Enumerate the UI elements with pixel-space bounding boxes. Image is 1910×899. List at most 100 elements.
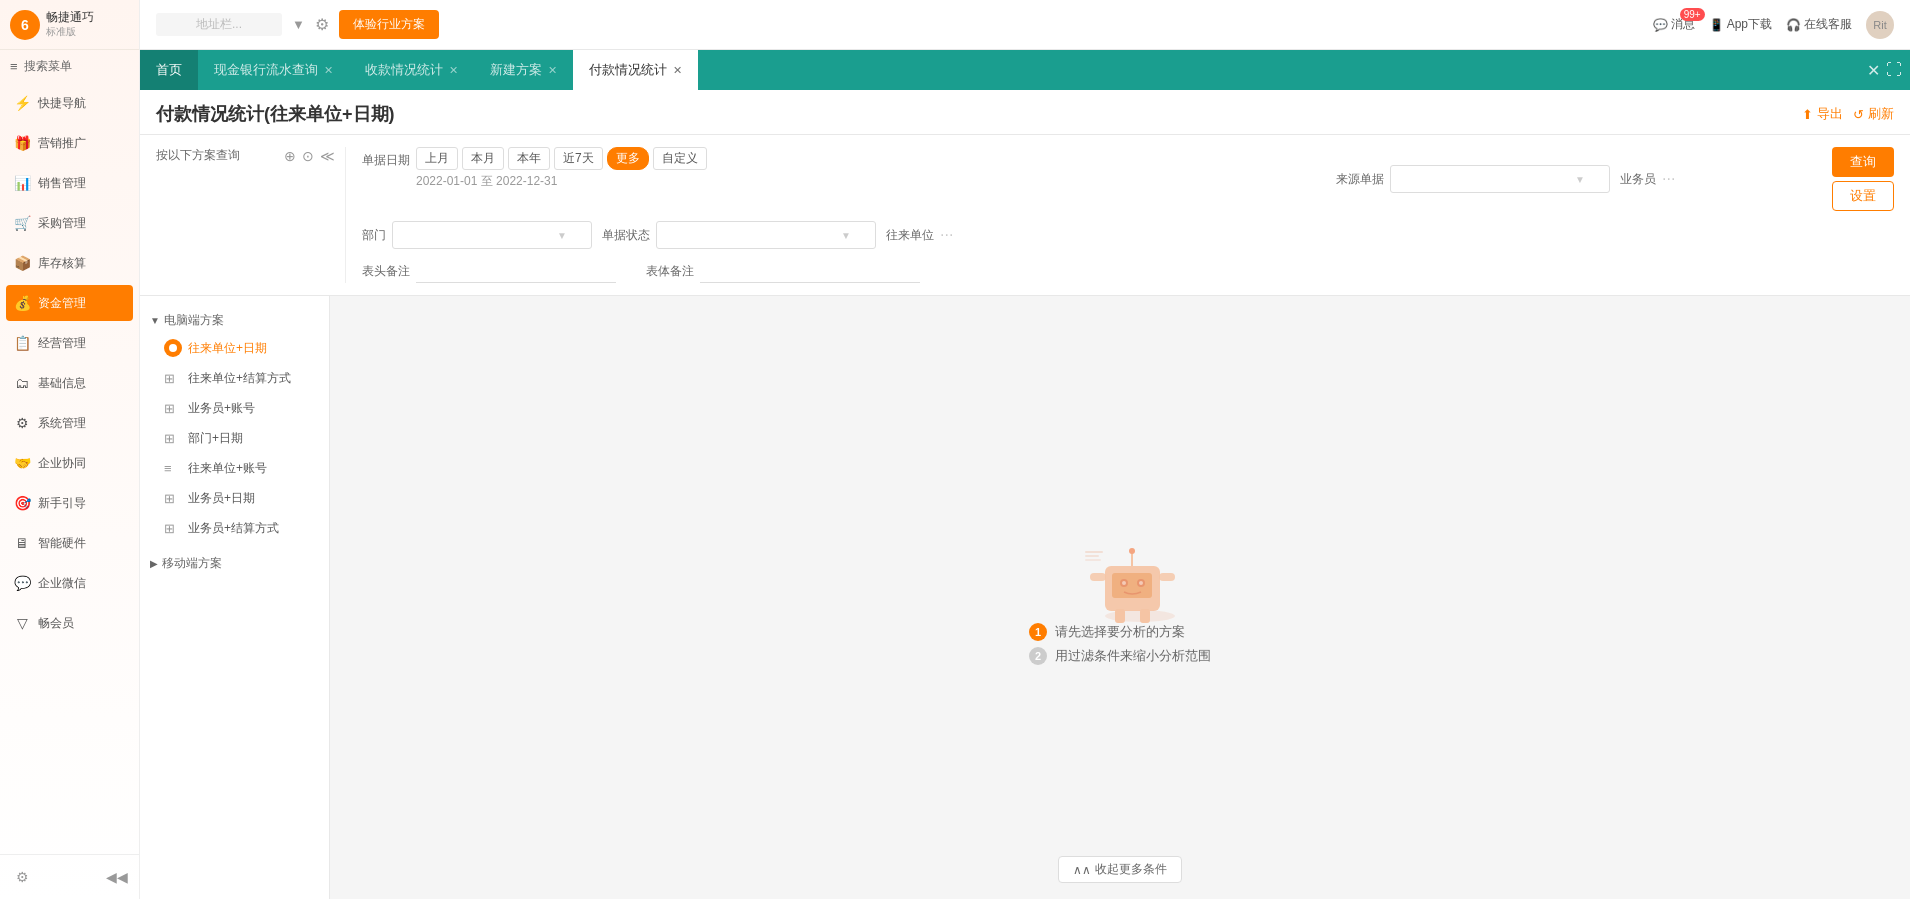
user-avatar[interactable]: Rit (1866, 11, 1894, 39)
tab-maximize-btn[interactable]: ⛶ (1886, 61, 1902, 79)
sidebar-item-marketing[interactable]: 🎁 营销推广 (0, 123, 139, 163)
industry-btn[interactable]: 体验行业方案 (339, 10, 439, 39)
dept-label: 部门 (362, 227, 386, 244)
doc-status-filter: 单据状态 ▼ (602, 221, 876, 249)
sidebar-item-basic-info[interactable]: 🗂 基础信息 (0, 363, 139, 403)
scheme-dept-date-label: 部门+日期 (188, 430, 243, 447)
sidebar-item-inventory[interactable]: 📦 库存核算 (0, 243, 139, 283)
doc-status-select[interactable]: ▼ (656, 221, 876, 249)
query-actions: 查询 设置 (1832, 147, 1894, 211)
scheme-item-salesman-settle[interactable]: ⊞ 业务员+结算方式 (140, 513, 329, 543)
desktop-section: ▼ 电脑端方案 往来单位+日期 ⊞ 往 (140, 304, 329, 547)
page-header: 付款情况统计(往来单位+日期) ⬆ 导出 ↺ 刷新 (140, 90, 1910, 135)
tabbar: 首页 现金银行流水查询 ✕ 收款情况统计 ✕ 新建方案 ✕ 付款情况统计 ✕ ✕… (140, 50, 1910, 90)
header-note-label: 表头备注 (362, 263, 410, 280)
topbar-settings-btn[interactable]: ⚙ (315, 15, 329, 34)
scheme-item-partner-date[interactable]: 往来单位+日期 (140, 333, 329, 363)
query-btn[interactable]: 查询 (1832, 147, 1894, 177)
tip-num-1: 1 (1029, 623, 1047, 641)
dept-dropdown-icon: ▼ (557, 230, 567, 241)
mobile-section: ▶ 移动端方案 (140, 547, 329, 580)
dept-select[interactable]: ▼ (392, 221, 592, 249)
sidebar-bottom: ⚙ ◀◀ (0, 854, 139, 899)
source-label: 来源单据 (1336, 171, 1384, 188)
scheme-grid-icon-2: ⊞ (164, 399, 182, 417)
sidebar-item-system[interactable]: ⚙ 系统管理 (0, 403, 139, 443)
tab-home[interactable]: 首页 (140, 50, 198, 90)
salesman-field-area: ··· (1662, 170, 1822, 188)
messages-btn[interactable]: 💬 消息 99+ (1653, 16, 1695, 33)
date-btn-7days[interactable]: 近7天 (554, 147, 603, 170)
tab-bank-flow-close[interactable]: ✕ (324, 64, 333, 77)
sidebar-item-enterprise[interactable]: 🤝 企业协同 (0, 443, 139, 483)
page-header-actions: ⬆ 导出 ↺ 刷新 (1802, 105, 1894, 123)
sidebar-item-marketing-label: 营销推广 (38, 135, 86, 152)
tab-pay-stats-close[interactable]: ✕ (673, 64, 682, 77)
export-btn[interactable]: ⬆ 导出 (1802, 105, 1843, 123)
sidebar-item-purchase[interactable]: 🛒 采购管理 (0, 203, 139, 243)
collapse-more-btn[interactable]: ∧∧ 收起更多条件 (1058, 856, 1182, 883)
scheme-settings-btn[interactable]: ⊙ (302, 148, 314, 164)
sidebar-item-guide[interactable]: 🎯 新手引导 (0, 483, 139, 523)
scheme-selector-area: 按以下方案查询 ⊕ ⊙ ≪ (156, 147, 346, 283)
sidebar-item-system-label: 系统管理 (38, 415, 86, 432)
source-select[interactable]: ▼ (1390, 165, 1610, 193)
sidebar-item-sales[interactable]: 📊 销售管理 (0, 163, 139, 203)
sidebar-collapse-btn[interactable]: ◀◀ (103, 863, 131, 891)
topbar-dropdown-icon[interactable]: ▼ (292, 17, 305, 32)
tab-bank-flow[interactable]: 现金银行流水查询 ✕ (198, 50, 349, 90)
scheme-item-partner-account[interactable]: ≡ 往来单位+账号 (140, 453, 329, 483)
tab-new-plan-close[interactable]: ✕ (548, 64, 557, 77)
doc-status-label: 单据状态 (602, 227, 650, 244)
sidebar-item-member[interactable]: ▽ 畅会员 (0, 603, 139, 643)
sidebar-nav: ⚡ 快捷导航 🎁 营销推广 📊 销售管理 🛒 采购管理 📦 库存核算 💰 资金管… (0, 83, 139, 854)
header-note-input[interactable] (416, 259, 616, 283)
operation-icon: 📋 (12, 333, 32, 353)
sidebar-item-basic-info-label: 基础信息 (38, 375, 86, 392)
online-service-btn[interactable]: 🎧 在线客服 (1786, 16, 1852, 33)
header-note-filter: 表头备注 (362, 259, 616, 283)
scheme-bar-icon: ≡ (164, 459, 182, 477)
setting-btn[interactable]: 设置 (1832, 181, 1894, 211)
app-download-btn[interactable]: 📱 App下载 (1709, 16, 1772, 33)
mobile-section-header[interactable]: ▶ 移动端方案 (140, 551, 329, 576)
scheme-item-partner-settle[interactable]: ⊞ 往来单位+结算方式 (140, 363, 329, 393)
tab-receive-stats-close[interactable]: ✕ (449, 64, 458, 77)
sidebar-item-quick-nav[interactable]: ⚡ 快捷导航 (0, 83, 139, 123)
right-panel: ∧∧ 收起更多条件 (330, 296, 1910, 899)
scheme-item-dept-date[interactable]: ⊞ 部门+日期 (140, 423, 329, 453)
sidebar-item-operation[interactable]: 📋 经营管理 (0, 323, 139, 363)
salesman-label: 业务员 (1620, 171, 1656, 188)
sidebar-settings-btn[interactable]: ⚙ (8, 863, 36, 891)
scheme-item-salesman-account[interactable]: ⊞ 业务员+账号 (140, 393, 329, 423)
partner-more-btn[interactable]: ··· (940, 226, 953, 244)
desktop-section-header[interactable]: ▼ 电脑端方案 (140, 308, 329, 333)
tab-new-plan[interactable]: 新建方案 ✕ (474, 50, 573, 90)
svg-rect-10 (1159, 573, 1175, 581)
search-menu[interactable]: ≡ 搜索菜单 (0, 50, 139, 83)
date-btn-more[interactable]: 更多 (607, 147, 649, 170)
salesman-more-btn[interactable]: ··· (1662, 170, 1675, 187)
tab-receive-stats[interactable]: 收款情况统计 ✕ (349, 50, 474, 90)
sidebar-item-finance[interactable]: 💰 资金管理 (6, 285, 133, 321)
tab-close-all-btn[interactable]: ✕ (1867, 61, 1880, 80)
finance-icon: 💰 (12, 293, 32, 313)
scheme-add-btn[interactable]: ⊕ (284, 148, 296, 164)
scheme-collapse-btn[interactable]: ≪ (320, 148, 335, 164)
body-note-label: 表体备注 (646, 263, 694, 280)
sidebar-item-wechat[interactable]: 💬 企业微信 (0, 563, 139, 603)
date-btn-this-year[interactable]: 本年 (508, 147, 550, 170)
main: 地址栏... ▼ ⚙ 体验行业方案 💬 消息 99+ 📱 App下载 🎧 在线客… (140, 0, 1910, 899)
refresh-btn[interactable]: ↺ 刷新 (1853, 105, 1894, 123)
date-btn-last-month[interactable]: 上月 (416, 147, 458, 170)
date-btn-this-month[interactable]: 本月 (462, 147, 504, 170)
export-icon: ⬆ (1802, 107, 1813, 122)
dept-filter: 部门 ▼ (362, 221, 592, 249)
scheme-item-salesman-date[interactable]: ⊞ 业务员+日期 (140, 483, 329, 513)
body-note-input[interactable] (700, 259, 920, 283)
empty-state: 1 请先选择要分析的方案 2 用过滤条件来缩小分析范围 (1029, 531, 1211, 665)
sidebar-item-hardware[interactable]: 🖥 智能硬件 (0, 523, 139, 563)
date-range: 2022-01-01 至 2022-12-31 (416, 173, 707, 190)
tab-pay-stats[interactable]: 付款情况统计 ✕ (573, 50, 698, 90)
date-btn-custom[interactable]: 自定义 (653, 147, 707, 170)
